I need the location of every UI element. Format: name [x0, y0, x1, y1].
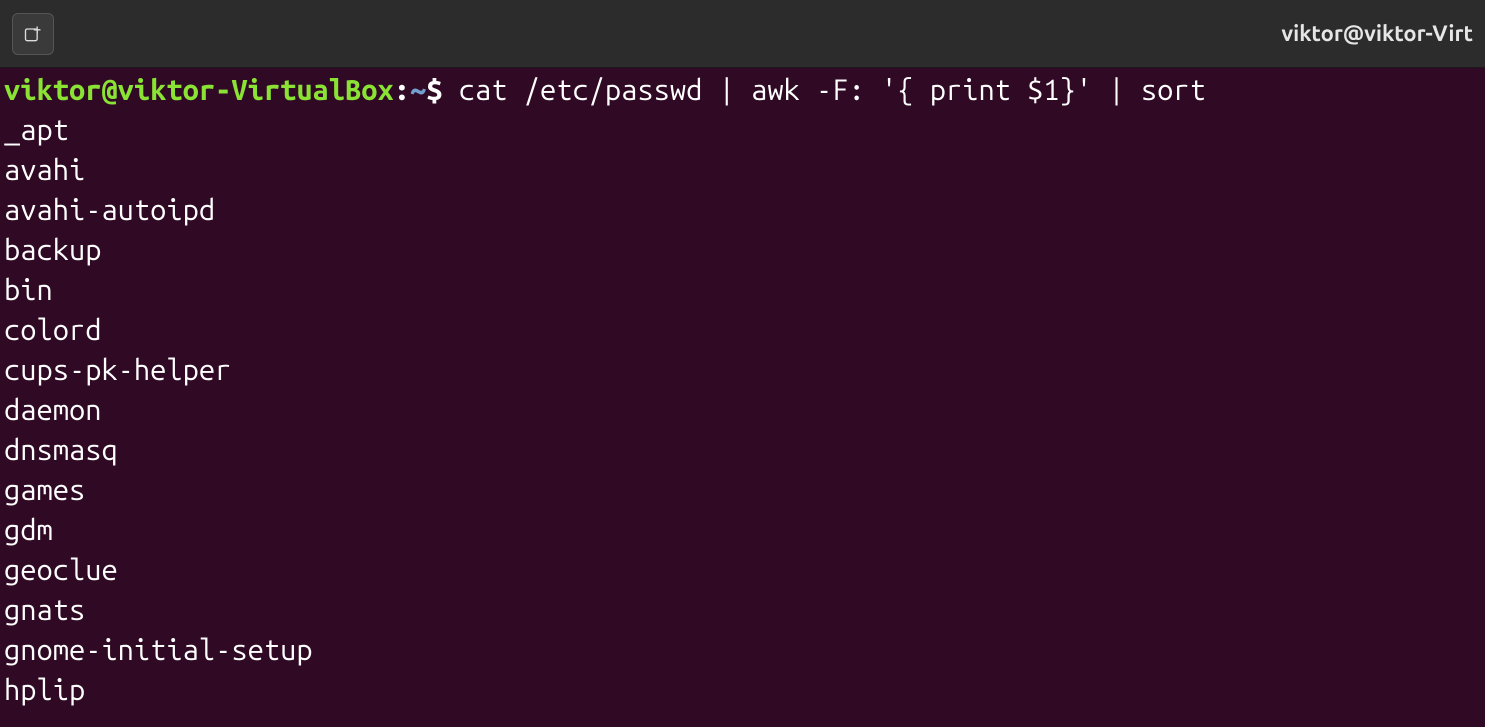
new-tab-button[interactable]	[12, 13, 54, 55]
output-line: gdm	[4, 510, 1479, 550]
new-tab-icon	[23, 24, 43, 44]
command-text: cat /etc/passwd | awk -F: '{ print $1}' …	[459, 74, 1206, 106]
output-line: _apt	[4, 110, 1479, 150]
output-line: daemon	[4, 390, 1479, 430]
output-line: cups-pk-helper	[4, 350, 1479, 390]
output-line: gnome-initial-setup	[4, 630, 1479, 670]
output-line: hplip	[4, 670, 1479, 710]
command-output: _aptavahiavahi-autoipdbackupbincolordcup…	[4, 110, 1479, 710]
window-titlebar: viktor@viktor-Virt	[0, 0, 1485, 68]
prompt-user-host: viktor@viktor-VirtualBox	[4, 74, 394, 106]
output-line: geoclue	[4, 550, 1479, 590]
terminal-area[interactable]: viktor@viktor-VirtualBox:~$ cat /etc/pas…	[0, 68, 1485, 716]
output-line: colord	[4, 310, 1479, 350]
output-line: avahi	[4, 150, 1479, 190]
output-line: games	[4, 470, 1479, 510]
output-line: gnats	[4, 590, 1479, 630]
output-line: bin	[4, 270, 1479, 310]
prompt-separator: :	[394, 74, 410, 106]
prompt-symbol: $	[426, 74, 442, 106]
output-line: backup	[4, 230, 1479, 270]
command-text	[443, 74, 459, 106]
window-title: viktor@viktor-Virt	[1281, 21, 1473, 46]
output-line: dnsmasq	[4, 430, 1479, 470]
prompt-path: ~	[410, 74, 426, 106]
output-line: avahi-autoipd	[4, 190, 1479, 230]
